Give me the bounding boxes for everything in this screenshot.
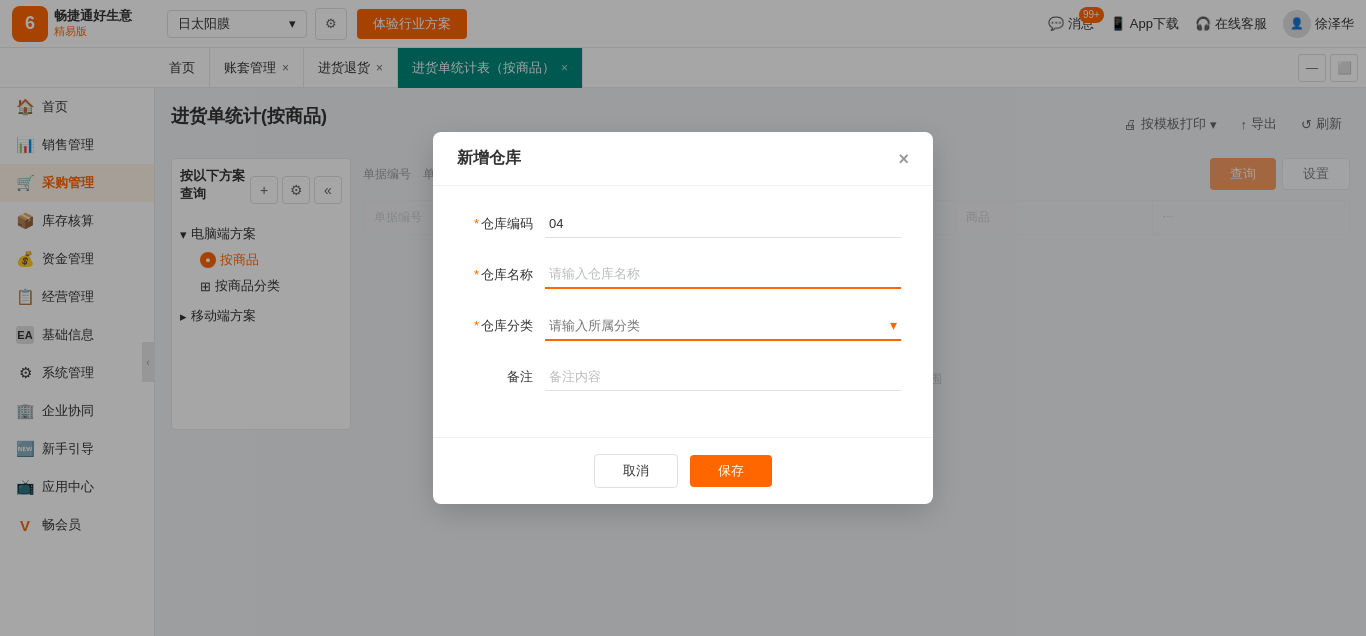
category-label: 仓库分类 — [465, 317, 545, 335]
form-row-category: 仓库分类 ▾ — [465, 311, 901, 341]
code-input[interactable] — [545, 210, 901, 238]
modal-close-button[interactable]: × — [898, 150, 909, 168]
category-input[interactable] — [549, 318, 890, 333]
category-dropdown-icon: ▾ — [890, 317, 897, 333]
form-row-code: 仓库编码 — [465, 210, 901, 238]
save-button[interactable]: 保存 — [690, 455, 772, 487]
name-input[interactable] — [545, 260, 901, 289]
note-label: 备注 — [465, 368, 545, 386]
category-select-row: ▾ — [545, 311, 901, 341]
code-label: 仓库编码 — [465, 215, 545, 233]
modal-overlay[interactable]: 新增仓库 × 仓库编码 仓库名称 仓库分类 ▾ — [0, 0, 1366, 636]
modal-body: 仓库编码 仓库名称 仓库分类 ▾ 备注 — [433, 186, 933, 437]
form-row-name: 仓库名称 — [465, 260, 901, 289]
name-label: 仓库名称 — [465, 266, 545, 284]
modal-footer: 取消 保存 — [433, 437, 933, 504]
modal-header: 新增仓库 × — [433, 132, 933, 186]
modal-title: 新增仓库 — [457, 148, 521, 169]
cancel-button[interactable]: 取消 — [594, 454, 678, 488]
note-input[interactable] — [545, 363, 901, 391]
new-warehouse-modal: 新增仓库 × 仓库编码 仓库名称 仓库分类 ▾ — [433, 132, 933, 504]
form-row-note: 备注 — [465, 363, 901, 391]
